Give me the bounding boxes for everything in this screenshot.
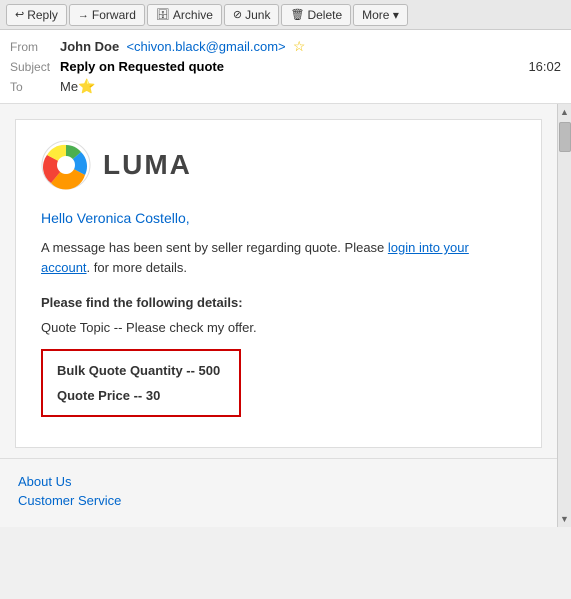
email-body: LUMA Hello Veronica Costello, A message …: [0, 104, 557, 527]
sender-email: <chivon.black@gmail.com>: [126, 39, 285, 54]
scroll-thumb[interactable]: [559, 122, 571, 152]
scroll-down-arrow[interactable]: ▼: [560, 511, 569, 527]
email-toolbar: ↩ Reply → Forward 🗄 Archive ⊘ Junk 🗑 Del…: [0, 0, 571, 30]
more-button[interactable]: More ▾: [353, 4, 408, 26]
subject-text: Reply on Requested quote: [60, 59, 224, 74]
to-star-icon: ⭐: [78, 78, 95, 94]
more-label: More ▾: [362, 8, 399, 22]
junk-button[interactable]: ⊘ Junk: [224, 4, 280, 26]
archive-label: Archive: [173, 8, 213, 22]
forward-icon: →: [78, 9, 89, 21]
sender-name: John Doe: [60, 39, 119, 54]
email-content-card: LUMA Hello Veronica Costello, A message …: [15, 119, 542, 448]
message-part1: A message has been sent by seller regard…: [41, 240, 388, 255]
from-label: From: [10, 40, 60, 54]
delete-button[interactable]: 🗑 Delete: [281, 4, 351, 26]
to-name: Me: [60, 79, 78, 94]
content-area: LUMA Hello Veronica Costello, A message …: [0, 104, 571, 527]
email-greeting: Hello Veronica Costello,: [41, 210, 516, 226]
quote-price-item: Quote Price -- 30: [57, 388, 225, 403]
email-message: A message has been sent by seller regard…: [41, 238, 516, 277]
forward-label: Forward: [92, 8, 136, 22]
to-value: Me⭐: [60, 78, 561, 95]
customer-service-link[interactable]: Customer Service: [18, 493, 539, 508]
reply-icon: ↩: [15, 8, 24, 21]
junk-label: Junk: [245, 8, 270, 22]
email-time: 16:02: [528, 59, 561, 74]
scrollbar[interactable]: ▲ ▼: [557, 104, 571, 527]
details-title: Please find the following details:: [41, 295, 516, 310]
bulk-quantity-item: Bulk Quote Quantity -- 500: [57, 363, 225, 378]
junk-icon: ⊘: [233, 8, 242, 21]
delete-label: Delete: [307, 8, 342, 22]
luma-logo: LUMA: [41, 140, 516, 190]
to-label: To: [10, 80, 60, 94]
email-header: From John Doe <chivon.black@gmail.com> ☆…: [0, 30, 571, 104]
quote-details-box: Bulk Quote Quantity -- 500 Quote Price -…: [41, 349, 241, 417]
luma-brand-text: LUMA: [103, 149, 192, 181]
subject-label: Subject: [10, 60, 60, 74]
archive-button[interactable]: 🗄 Archive: [147, 4, 222, 26]
luma-logo-icon: [41, 140, 91, 190]
delete-icon: 🗑: [290, 8, 304, 21]
reply-label: Reply: [27, 8, 58, 22]
archive-icon: 🗄: [156, 8, 170, 21]
from-value: John Doe <chivon.black@gmail.com> ☆: [60, 38, 561, 55]
about-us-link[interactable]: About Us: [18, 474, 539, 489]
email-footer: About Us Customer Service: [0, 458, 557, 527]
forward-button[interactable]: → Forward: [69, 4, 145, 26]
message-part2: . for more details.: [87, 260, 187, 275]
quote-topic: Quote Topic -- Please check my offer.: [41, 320, 516, 335]
scroll-up-arrow[interactable]: ▲: [560, 104, 569, 120]
star-icon[interactable]: ☆: [293, 38, 306, 54]
reply-button[interactable]: ↩ Reply: [6, 4, 67, 26]
